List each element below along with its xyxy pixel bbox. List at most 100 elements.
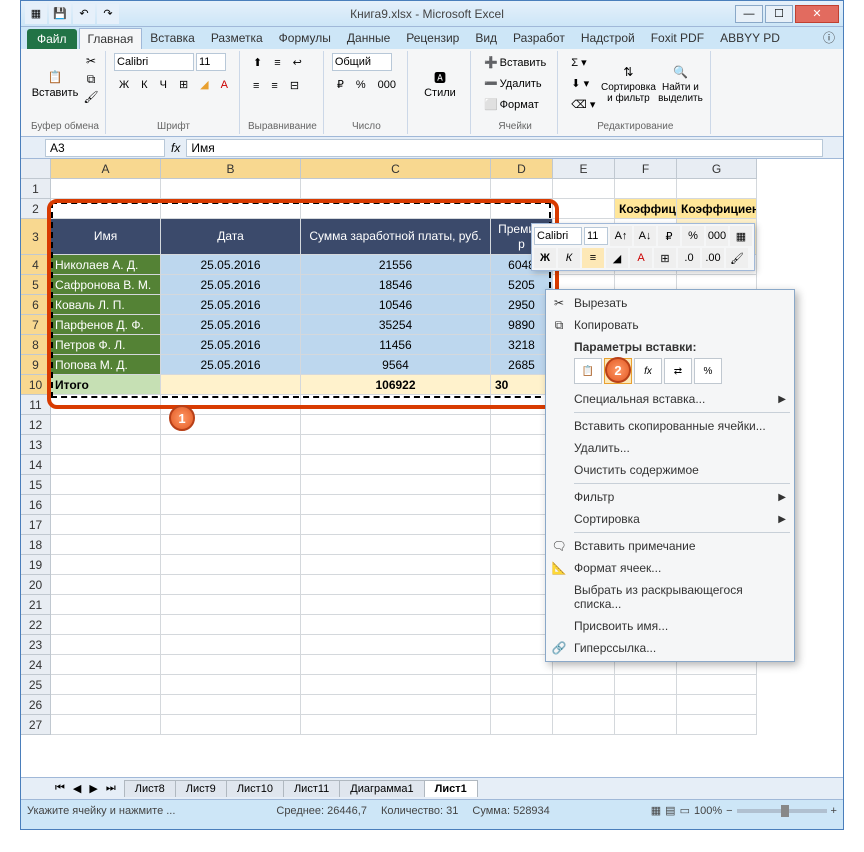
ctx-format-cells[interactable]: 📐Формат ячеек... (546, 557, 794, 579)
cell[interactable] (301, 435, 491, 455)
cell[interactable]: 5205 (491, 275, 553, 295)
cell[interactable]: 11456 (301, 335, 491, 355)
cell[interactable] (51, 199, 161, 219)
cell[interactable] (301, 555, 491, 575)
cell[interactable]: 30 (491, 375, 553, 395)
italic-button[interactable]: К (136, 75, 152, 94)
cell[interactable] (161, 199, 301, 219)
cell[interactable] (491, 495, 553, 515)
mini-format-painter[interactable]: 🖌 (726, 248, 748, 268)
cell[interactable] (301, 575, 491, 595)
ctx-clear[interactable]: Очистить содержимое (546, 459, 794, 481)
ribbon-tab-Рецензир[interactable]: Рецензир (398, 28, 467, 49)
cell[interactable] (51, 555, 161, 575)
mini-shrink-font[interactable]: A↓ (634, 226, 656, 246)
paste-formulas[interactable]: fx (634, 358, 662, 384)
cell[interactable] (51, 515, 161, 535)
view-break-icon[interactable]: ▭ (680, 804, 690, 817)
row-header-17[interactable]: 17 (21, 515, 51, 535)
cell[interactable] (553, 715, 615, 735)
ribbon-tab-Вставка[interactable]: Вставка (142, 28, 203, 49)
col-header-B[interactable]: B (161, 159, 301, 179)
cell[interactable] (677, 179, 757, 199)
zoom-in-button[interactable]: + (831, 805, 837, 817)
row-header-26[interactable]: 26 (21, 695, 51, 715)
cell[interactable]: 10546 (301, 295, 491, 315)
paste-button[interactable]: 📋Вставить (31, 53, 79, 115)
formula-bar[interactable] (186, 139, 823, 157)
col-header-A[interactable]: A (51, 159, 161, 179)
ctx-cut[interactable]: ✂Вырезать (546, 292, 794, 314)
cell[interactable] (615, 675, 677, 695)
cell[interactable] (161, 675, 301, 695)
find-select-button[interactable]: 🔍Найти и выделить (656, 53, 704, 115)
mini-percent[interactable]: % (682, 226, 704, 246)
cell[interactable] (301, 475, 491, 495)
comma-button[interactable]: 000 (373, 75, 401, 94)
cell[interactable]: 25.05.2016 (161, 315, 301, 335)
cell[interactable] (553, 179, 615, 199)
mini-grow-font[interactable]: A↑ (610, 226, 632, 246)
clear-button[interactable]: ⌫ ▾ (566, 95, 600, 114)
ctx-copy[interactable]: ⧉Копировать (546, 314, 794, 336)
save-icon[interactable]: 💾 (49, 4, 71, 24)
close-button[interactable]: ✕ (795, 5, 839, 23)
row-header-23[interactable]: 23 (21, 635, 51, 655)
ctx-insert-copied[interactable]: Вставить скопированные ячейки... (546, 415, 794, 437)
cell[interactable] (51, 435, 161, 455)
cell[interactable] (491, 555, 553, 575)
cell[interactable]: 2950 (491, 295, 553, 315)
sheet-nav-first[interactable]: ⏮ (51, 782, 69, 795)
cell[interactable] (491, 655, 553, 675)
cell[interactable] (51, 475, 161, 495)
cell[interactable]: Коваль Л. П. (51, 295, 161, 315)
cell[interactable]: 9890 (491, 315, 553, 335)
cell[interactable] (491, 455, 553, 475)
insert-cells-button[interactable]: ➕ Вставить (479, 53, 551, 72)
cell[interactable] (301, 695, 491, 715)
cell[interactable] (161, 515, 301, 535)
cell[interactable] (491, 675, 553, 695)
file-tab[interactable]: Файл (27, 29, 77, 49)
ctx-sort[interactable]: Сортировка▶ (546, 508, 794, 530)
row-header-12[interactable]: 12 (21, 415, 51, 435)
cell[interactable]: 35254 (301, 315, 491, 335)
cell[interactable]: 3218 (491, 335, 553, 355)
ribbon-tab-Вид[interactable]: Вид (467, 28, 505, 49)
cell[interactable] (491, 695, 553, 715)
sheet-tab-Лист9[interactable]: Лист9 (175, 780, 227, 797)
view-layout-icon[interactable]: ▤ (665, 804, 675, 817)
cell[interactable] (51, 575, 161, 595)
mini-fill-color[interactable]: ◢ (606, 248, 628, 268)
paste-all[interactable]: 📋 (574, 358, 602, 384)
cell[interactable]: Коэффициент (677, 199, 757, 219)
col-header-D[interactable]: D (491, 159, 553, 179)
number-format-combo[interactable] (332, 53, 392, 71)
sheet-nav-next[interactable]: ▶ (85, 782, 101, 795)
cell[interactable]: Николаев А. Д. (51, 255, 161, 275)
cell[interactable] (161, 475, 301, 495)
mini-dec-inc[interactable]: .0 (678, 248, 700, 268)
cell[interactable] (161, 615, 301, 635)
mini-italic[interactable]: К (558, 248, 580, 268)
ctx-comment[interactable]: 🗨Вставить примечание (546, 535, 794, 557)
cell[interactable] (301, 495, 491, 515)
cell[interactable] (51, 655, 161, 675)
align-left-button[interactable]: ≡ (248, 76, 264, 95)
col-header-E[interactable]: E (553, 159, 615, 179)
minimize-button[interactable]: — (735, 5, 763, 23)
row-header-16[interactable]: 16 (21, 495, 51, 515)
cell[interactable] (51, 675, 161, 695)
copy-icon[interactable]: ⧉ (83, 71, 99, 87)
row-header-10[interactable]: 10 (21, 375, 51, 395)
fx-icon[interactable]: fx (171, 141, 180, 155)
cell[interactable] (161, 455, 301, 475)
font-color-button[interactable]: A (216, 75, 233, 94)
align-mid-button[interactable]: ≡ (269, 53, 285, 72)
ribbon-tab-Разработ[interactable]: Разработ (505, 28, 573, 49)
cell[interactable] (615, 715, 677, 735)
cell[interactable] (51, 615, 161, 635)
ribbon-tab-ABBYY PD[interactable]: ABBYY PD (712, 28, 788, 49)
cell[interactable]: 106922 (301, 375, 491, 395)
mini-align[interactable]: ≡ (582, 248, 604, 268)
